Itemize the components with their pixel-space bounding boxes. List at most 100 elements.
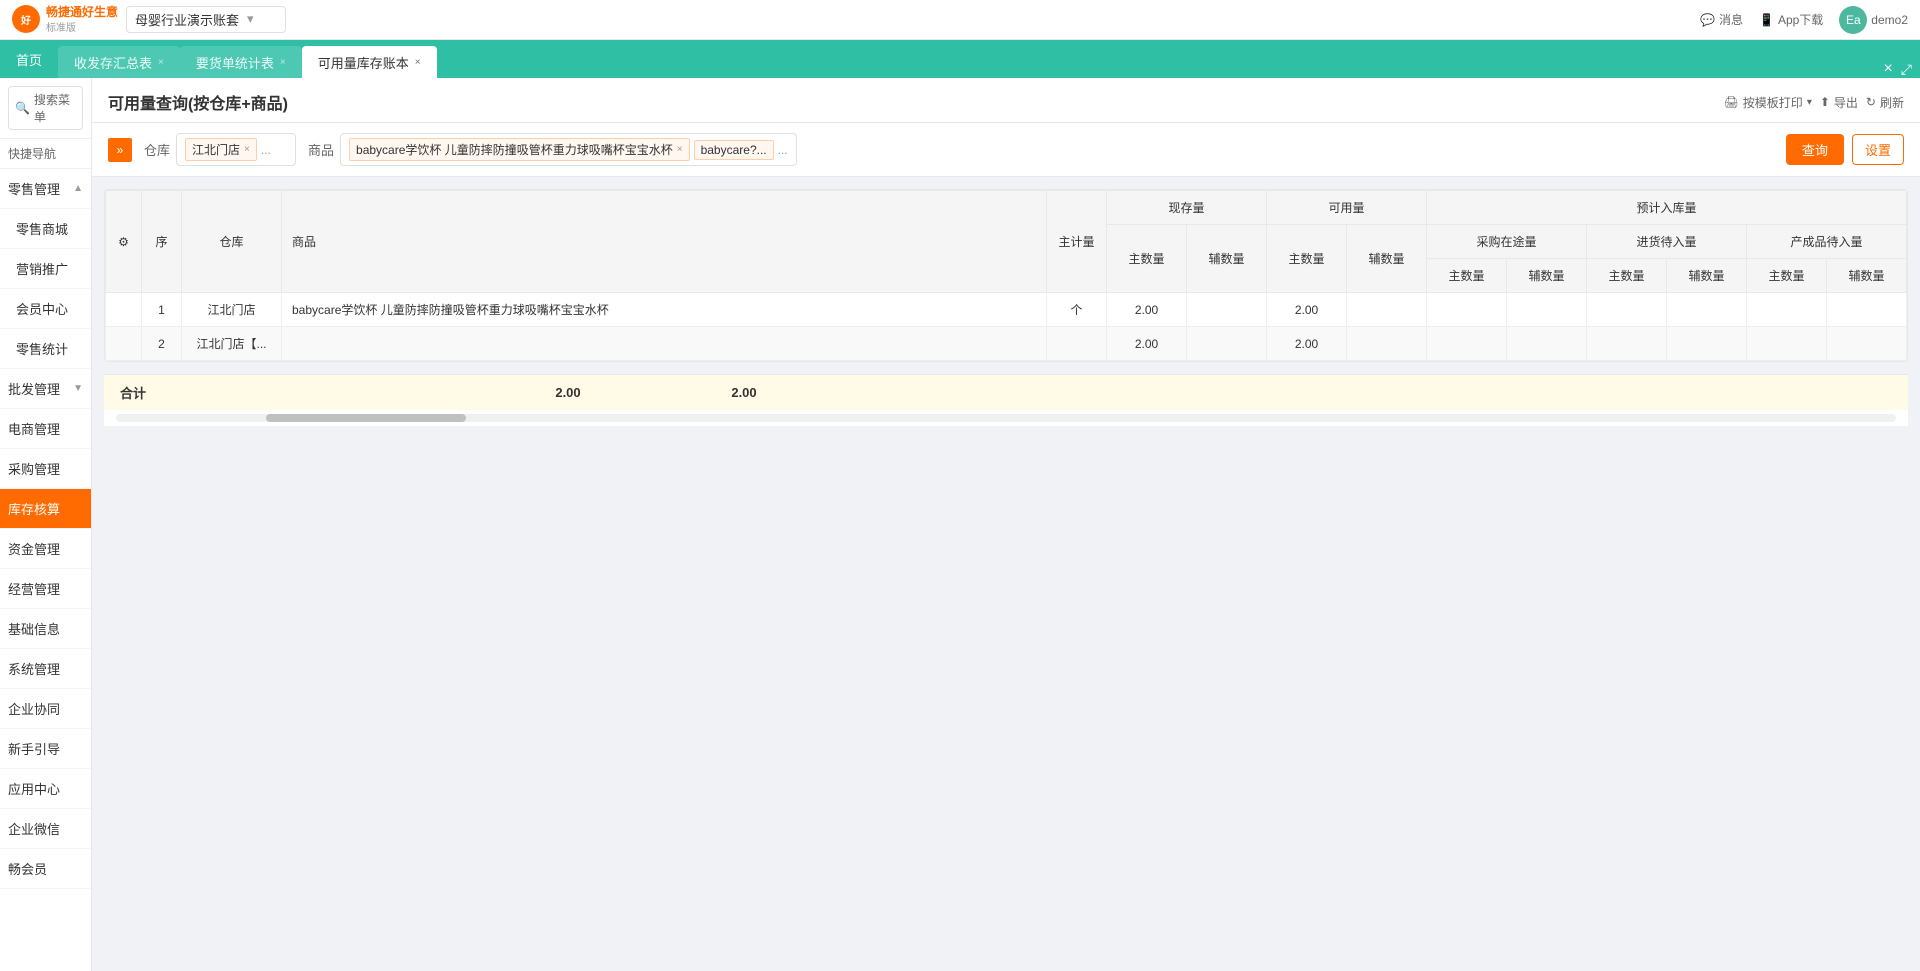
- row-unit: 个: [1047, 293, 1107, 327]
- goods-input[interactable]: babycare学饮杯 儿童防摔防撞吸管杯重力球吸嘴杯宝宝水杯 × babyca…: [340, 133, 797, 166]
- tab-order-stats[interactable]: 要货单统计表 ×: [180, 46, 302, 78]
- filter-bar: » 仓库 江北门店 × ... 商品 babycare学饮杯 儿童防摔防撞吸管杯…: [92, 123, 1920, 177]
- sidebar-item-app-center[interactable]: 应用中心: [0, 769, 91, 809]
- sidebar-item-marketing[interactable]: 营销推广: [0, 249, 91, 289]
- warehouse-selector[interactable]: 母婴行业演示账套 ▾: [126, 6, 286, 33]
- phone-icon: 📱: [1759, 13, 1774, 27]
- logo-icon: 好: [12, 5, 40, 33]
- goods-tag-1-remove[interactable]: ×: [677, 144, 683, 155]
- filter-actions: 查询 设置: [1786, 134, 1904, 165]
- row-avail-main: 2.00: [1267, 327, 1347, 361]
- sidebar-item-basic-info[interactable]: 基础信息: [0, 609, 91, 649]
- tab-order-stats-close[interactable]: ×: [280, 57, 286, 68]
- sidebar-item-label: 应用中心: [8, 779, 60, 798]
- template-print-button[interactable]: 🖨 按模板打印 ▾: [1724, 94, 1812, 111]
- sidebar-item-new-guide[interactable]: 新手引导: [0, 729, 91, 769]
- refresh-button[interactable]: ↻ 刷新: [1866, 94, 1904, 111]
- sidebar-item-label: 会员中心: [16, 299, 68, 318]
- filter-expand-button[interactable]: »: [108, 138, 132, 162]
- current-stock-header: 现存量: [1107, 191, 1267, 225]
- refresh-icon: ↻: [1866, 95, 1876, 109]
- sidebar-item-retail-mgmt[interactable]: 零售管理 ▲: [0, 169, 91, 209]
- arrow-icon: ▲: [73, 183, 83, 194]
- avatar: Ea: [1839, 6, 1867, 34]
- sidebar-search-label: 搜索菜单: [34, 91, 76, 125]
- inbound-pending-header: 进货待入量: [1587, 225, 1747, 259]
- row-inbound-main: [1587, 327, 1667, 361]
- sidebar-item-wholesale-mgmt[interactable]: 批发管理 ▼: [0, 369, 91, 409]
- settings-button[interactable]: 设置: [1852, 134, 1904, 165]
- sidebar-item-enterprise-wechat[interactable]: 企业微信: [0, 809, 91, 849]
- user-item[interactable]: Ea demo2: [1839, 6, 1908, 34]
- scrollbar-area: [104, 410, 1908, 426]
- goods-tag-1-value: babycare学饮杯 儿童防摔防撞吸管杯重力球吸嘴杯宝宝水杯: [356, 141, 673, 158]
- sidebar-search-area: 🔍 搜索菜单: [0, 78, 91, 139]
- sidebar-item-ops-mgmt[interactable]: 经营管理: [0, 569, 91, 609]
- sidebar-item-label: 新手引导: [8, 739, 60, 758]
- row-gear: [106, 327, 142, 361]
- page-title: 可用量查询(按仓库+商品): [108, 90, 288, 114]
- sidebar-item-label: 零售管理: [8, 179, 60, 198]
- row-warehouse: 江北门店: [182, 293, 282, 327]
- goods-more-icon[interactable]: ...: [778, 143, 788, 157]
- row-avail-main: 2.00: [1267, 293, 1347, 327]
- warehouse-label: 仓库: [144, 140, 170, 159]
- tab-receipt-summary-close[interactable]: ×: [158, 57, 164, 68]
- sidebar-item-retail-stats[interactable]: 零售统计: [0, 329, 91, 369]
- warehouse-tag-remove[interactable]: ×: [244, 144, 250, 155]
- table-row: 1 江北门店 babycare学饮杯 儿童防摔防撞吸管杯重力球吸嘴杯宝宝水杯 个…: [106, 293, 1907, 327]
- sidebar-quick-nav[interactable]: 快捷导航: [0, 139, 91, 169]
- gear-header[interactable]: ⚙: [106, 191, 142, 293]
- sidebar-item-pro-member[interactable]: 畅会员: [0, 849, 91, 889]
- query-button[interactable]: 查询: [1786, 134, 1844, 165]
- app-download-item[interactable]: 📱 App下载: [1759, 11, 1823, 28]
- close-all-icon[interactable]: ×: [1883, 60, 1892, 78]
- sidebar-search-button[interactable]: 🔍 搜索菜单: [8, 86, 83, 130]
- sidebar-item-inventory-check[interactable]: 库存核算: [0, 489, 91, 529]
- sidebar-item-system-mgmt[interactable]: 系统管理: [0, 649, 91, 689]
- tab-available-inventory-close[interactable]: ×: [415, 57, 421, 68]
- row-stock-aux: [1187, 293, 1267, 327]
- more-options-icon[interactable]: ...: [261, 143, 271, 157]
- chevron-down-icon: ▾: [247, 11, 254, 27]
- sidebar-item-label: 营销推广: [16, 259, 68, 278]
- expand-icon[interactable]: ⤢: [1901, 61, 1912, 78]
- sidebar-item-member-center[interactable]: 会员中心: [0, 289, 91, 329]
- top-bar-right: 💬 消息 📱 App下载 Ea demo2: [1700, 6, 1908, 34]
- seq-header: 序: [142, 191, 182, 293]
- sidebar-item-enterprise-collab[interactable]: 企业协同: [0, 689, 91, 729]
- horizontal-scrollbar[interactable]: [116, 414, 1896, 422]
- main-layout: 🔍 搜索菜单 快捷导航 零售管理 ▲ 零售商城 营销推广 会员中心 零售统计 批…: [0, 78, 1920, 971]
- sidebar-item-label: 批发管理: [8, 379, 60, 398]
- sidebar-item-finance-mgmt[interactable]: 资金管理: [0, 529, 91, 569]
- goods-tag-1: babycare学饮杯 儿童防摔防撞吸管杯重力球吸嘴杯宝宝水杯 ×: [349, 138, 690, 161]
- row-production-main: [1747, 293, 1827, 327]
- sidebar-item-purchase-mgmt[interactable]: 采购管理: [0, 449, 91, 489]
- summary-avail-main: 2.00: [704, 385, 784, 400]
- message-item[interactable]: 💬 消息: [1700, 11, 1743, 28]
- tab-order-stats-label: 要货单统计表: [196, 53, 274, 72]
- sidebar-item-retail-mall[interactable]: 零售商城: [0, 209, 91, 249]
- sidebar-item-label: 零售商城: [16, 219, 68, 238]
- warehouse-input[interactable]: 江北门店 × ...: [176, 133, 296, 166]
- scrollbar-thumb[interactable]: [266, 414, 466, 422]
- goods-header: 商品: [282, 191, 1047, 293]
- export-button[interactable]: ⬆ 导出: [1820, 94, 1858, 111]
- template-print-label: 按模板打印: [1743, 94, 1803, 111]
- sidebar-item-label: 电商管理: [8, 419, 60, 438]
- tab-available-inventory[interactable]: 可用量库存账本 ×: [302, 46, 437, 78]
- production-aux-header: 辅数量: [1827, 259, 1907, 293]
- tab-available-inventory-label: 可用量库存账本: [318, 53, 409, 72]
- sidebar-item-label: 经营管理: [8, 579, 60, 598]
- sidebar-item-label: 零售统计: [16, 339, 68, 358]
- tab-receipt-summary[interactable]: 收发存汇总表 ×: [58, 46, 180, 78]
- export-label: 导出: [1834, 94, 1858, 111]
- sidebar-item-ecommerce-mgmt[interactable]: 电商管理: [0, 409, 91, 449]
- nav-tabs: 首页 收发存汇总表 × 要货单统计表 × 可用量库存账本 × × ⤢: [0, 40, 1920, 78]
- sidebar-item-label: 企业微信: [8, 819, 60, 838]
- sidebar-item-label: 畅会员: [8, 859, 47, 878]
- app-download-label: App下载: [1778, 11, 1823, 28]
- table-container: ⚙ 序 仓库 商品 主计量 现存量 可用量 预计入库量 主数量 辅数量 主数量: [104, 189, 1908, 362]
- row-inbound-aux: [1667, 293, 1747, 327]
- tab-home[interactable]: 首页: [0, 40, 58, 78]
